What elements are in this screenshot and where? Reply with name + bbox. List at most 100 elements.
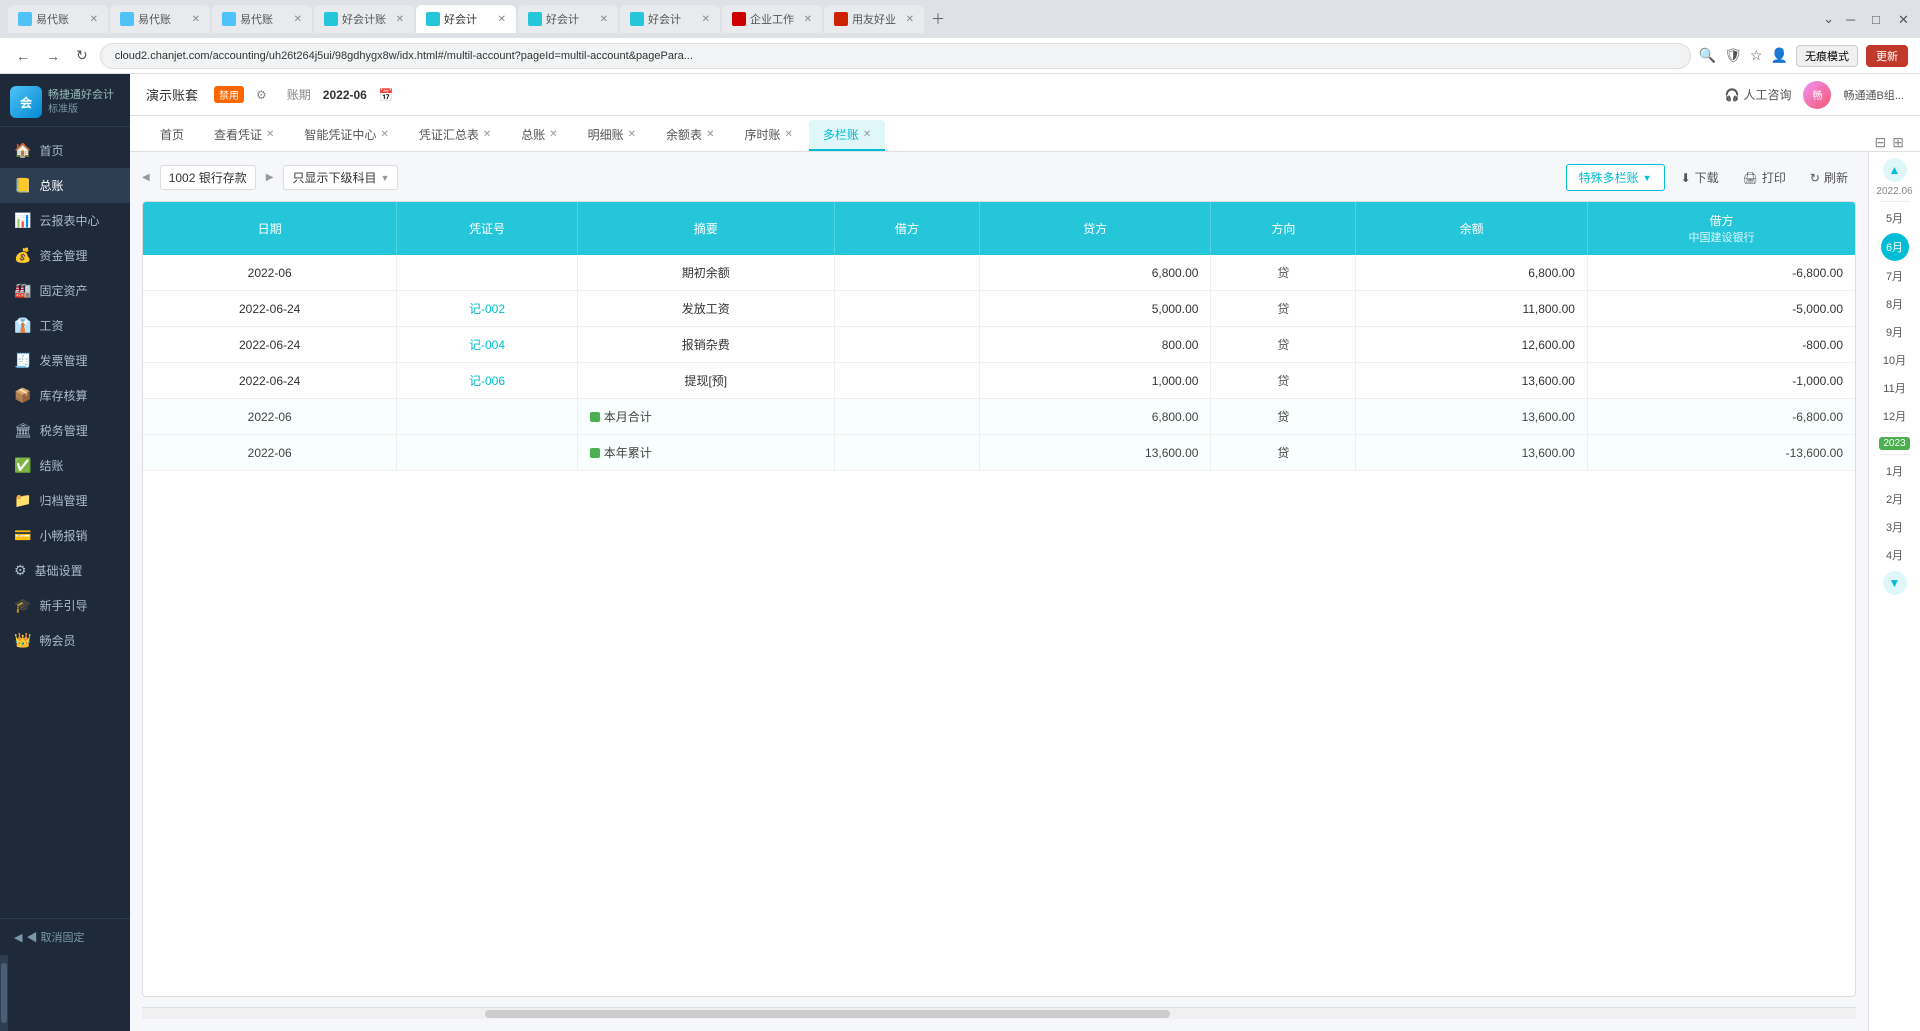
tab-yidaizhang-2[interactable]: 易代账 ✕ [110,5,210,33]
month-item-2023-3[interactable]: 3月 [1876,514,1914,540]
cell-voucher-4[interactable]: 记-006 [397,363,577,399]
tab-detail-ledger-close[interactable]: ✕ [628,129,636,140]
sidebar-item-guide[interactable]: 🎓 新手引导 [0,588,130,623]
tab-sequence-ledger-close[interactable]: ✕ [784,129,792,140]
tab-close-4[interactable]: ✕ [396,14,404,25]
filter-dropdown[interactable]: 只显示下级科目 ▼ [283,165,398,190]
tab-general-ledger-close[interactable]: ✕ [549,129,557,140]
horizontal-scrollbar[interactable] [142,1007,1856,1019]
tab-home[interactable]: 首页 [146,120,198,151]
month-nav-up[interactable]: ▲ [1883,158,1907,182]
consult-button[interactable]: 🎧 人工咨询 [1725,86,1792,103]
sidebar-item-inventory[interactable]: 📦 库存核算 [0,378,130,413]
tab-close-9[interactable]: ✕ [906,14,914,25]
sidebar-item-general-ledger[interactable]: 📒 总账 [0,168,130,203]
tab-haohuijizhang[interactable]: 好会计账 ✕ [314,5,414,33]
tab-close-7[interactable]: ✕ [702,14,710,25]
tab-close-5[interactable]: ✕ [498,14,506,25]
refresh-button[interactable]: ↻ 刷新 [1802,165,1856,190]
tab-haohuiji-active[interactable]: 好会计 ✕ [416,5,516,33]
tab-close-2[interactable]: ✕ [192,14,200,25]
month-item-9[interactable]: 9月 [1876,319,1914,345]
month-item-2023-4[interactable]: 4月 [1876,542,1914,568]
tab-multi-col-ledger-close[interactable]: ✕ [863,129,871,140]
calendar-icon[interactable]: 📅 [379,88,394,102]
search-icon[interactable]: 🔍 [1699,47,1716,64]
tab-multi-col-ledger[interactable]: 多栏账 ✕ [809,120,885,151]
star-icon[interactable]: ☆ [1750,47,1763,64]
maximize-button[interactable]: □ [1872,12,1886,26]
sidebar-item-assets[interactable]: 🏭 固定资产 [0,273,130,308]
sidebar-item-invoice[interactable]: 🧾 发票管理 [0,343,130,378]
cell-summary-6: 本年累计 [577,435,834,471]
tab-close-3[interactable]: ✕ [294,14,302,25]
sidebar-item-archive[interactable]: 📁 归档管理 [0,483,130,518]
tab-close-6[interactable]: ✕ [600,14,608,25]
tab-voucher-summary-close[interactable]: ✕ [483,129,491,140]
back-button[interactable]: ← [12,44,34,68]
sidebar-item-settings[interactable]: ⚙ 基础设置 [0,553,130,588]
tab-detail-ledger[interactable]: 明细账 ✕ [574,120,650,151]
tab-close-1[interactable]: ✕ [90,14,98,25]
print-button[interactable]: 🖨 打印 [1735,165,1794,190]
sidebar-item-payroll[interactable]: 👔 工资 [0,308,130,343]
tab-expand-icon[interactable]: ⊞ [1892,134,1904,151]
month-nav-down[interactable]: ▼ [1883,571,1907,595]
sidebar-item-expense[interactable]: 💳 小畅报销 [0,518,130,553]
tab-list-arrow[interactable]: ⌄ [1823,11,1834,27]
month-item-6[interactable]: 6月 [1881,233,1909,261]
sidebar-item-close[interactable]: ✅ 结账 [0,448,130,483]
tab-yongyou[interactable]: 用友好业 ✕ [824,5,924,33]
month-item-10[interactable]: 10月 [1876,347,1914,373]
month-item-11[interactable]: 11月 [1876,375,1914,401]
tab-voucher-view-close[interactable]: ✕ [266,129,274,140]
tab-sequence-ledger[interactable]: 序时账 ✕ [730,120,806,151]
tab-qiyegongzuo[interactable]: 企业工作 ✕ [722,5,822,33]
month-item-12[interactable]: 12月 [1876,403,1914,429]
tab-yidaizhang-3[interactable]: 易代账 ✕ [212,5,312,33]
stealth-mode-button[interactable]: 无痕模式 [1796,45,1858,67]
month-item-7[interactable]: 7月 [1876,263,1914,289]
download-button[interactable]: ⬇ 下载 [1673,165,1727,190]
new-tab-button[interactable]: ＋ [926,7,950,31]
sidebar-unpin-button[interactable]: ◀ ◀ 取消固定 [0,918,130,955]
breadcrumb-next-arrow[interactable]: ▶ [266,172,274,183]
tab-voucher-view[interactable]: 查看凭证 ✕ [200,120,288,151]
tab-haohuiji-7[interactable]: 好会计 ✕ [620,5,720,33]
tab-balance-table[interactable]: 余额表 ✕ [652,120,728,151]
tab-balance-table-close[interactable]: ✕ [706,129,714,140]
sidebar-scrollbar[interactable] [0,955,8,1031]
tab-smart-voucher-close[interactable]: ✕ [380,129,388,140]
tab-collapse-icon[interactable]: ⊟ [1875,134,1887,151]
tab-general-ledger[interactable]: 总账 ✕ [507,120,571,151]
update-button[interactable]: 更新 [1866,45,1908,67]
col-summary: 摘要 [577,202,834,255]
month-item-8[interactable]: 8月 [1876,291,1914,317]
month-item-2023-1[interactable]: 1月 [1876,458,1914,484]
tab-voucher-summary[interactable]: 凭证汇总表 ✕ [405,120,505,151]
reload-button[interactable]: ↻ [72,43,92,68]
close-button[interactable]: ✕ [1898,12,1912,26]
settings-gear-icon[interactable]: ⚙ [256,88,267,102]
cell-voucher-3[interactable]: 记-004 [397,327,577,363]
forward-button[interactable]: → [42,44,64,68]
sidebar-item-home[interactable]: 🏠 首页 [0,133,130,168]
tab-smart-voucher[interactable]: 智能凭证中心 ✕ [290,120,402,151]
sidebar-item-tax[interactable]: 🏛 税务管理 [0,413,130,448]
sidebar-logo: 会 畅捷通好会计 标准版 [0,74,130,127]
sidebar-item-member[interactable]: 👑 畅会员 [0,623,130,658]
breadcrumb-prev-arrow[interactable]: ◀ [142,172,150,183]
minimize-button[interactable]: ─ [1846,12,1860,26]
month-item-5[interactable]: 5月 [1876,205,1914,231]
cell-voucher-2[interactable]: 记-002 [397,291,577,327]
month-item-2023-2[interactable]: 2月 [1876,486,1914,512]
sidebar-item-reports[interactable]: 📊 云报表中心 [0,203,130,238]
sidebar-item-funds[interactable]: 💰 资金管理 [0,238,130,273]
url-bar[interactable]: cloud2.chanjet.com/accounting/uh26t264j5… [100,43,1691,69]
tab-close-8[interactable]: ✕ [804,14,812,25]
profile-icon[interactable]: 👤 [1771,47,1788,64]
tab-yidaizhang-1[interactable]: 易代账 ✕ [8,5,108,33]
multi-col-button[interactable]: 特殊多栏账 ▼ [1566,164,1665,191]
tab-haohuiji-6[interactable]: 好会计 ✕ [518,5,618,33]
app-container: 会 畅捷通好会计 标准版 🏠 首页 📒 总账 📊 云报表中心 💰 资金管理 [0,74,1920,1031]
